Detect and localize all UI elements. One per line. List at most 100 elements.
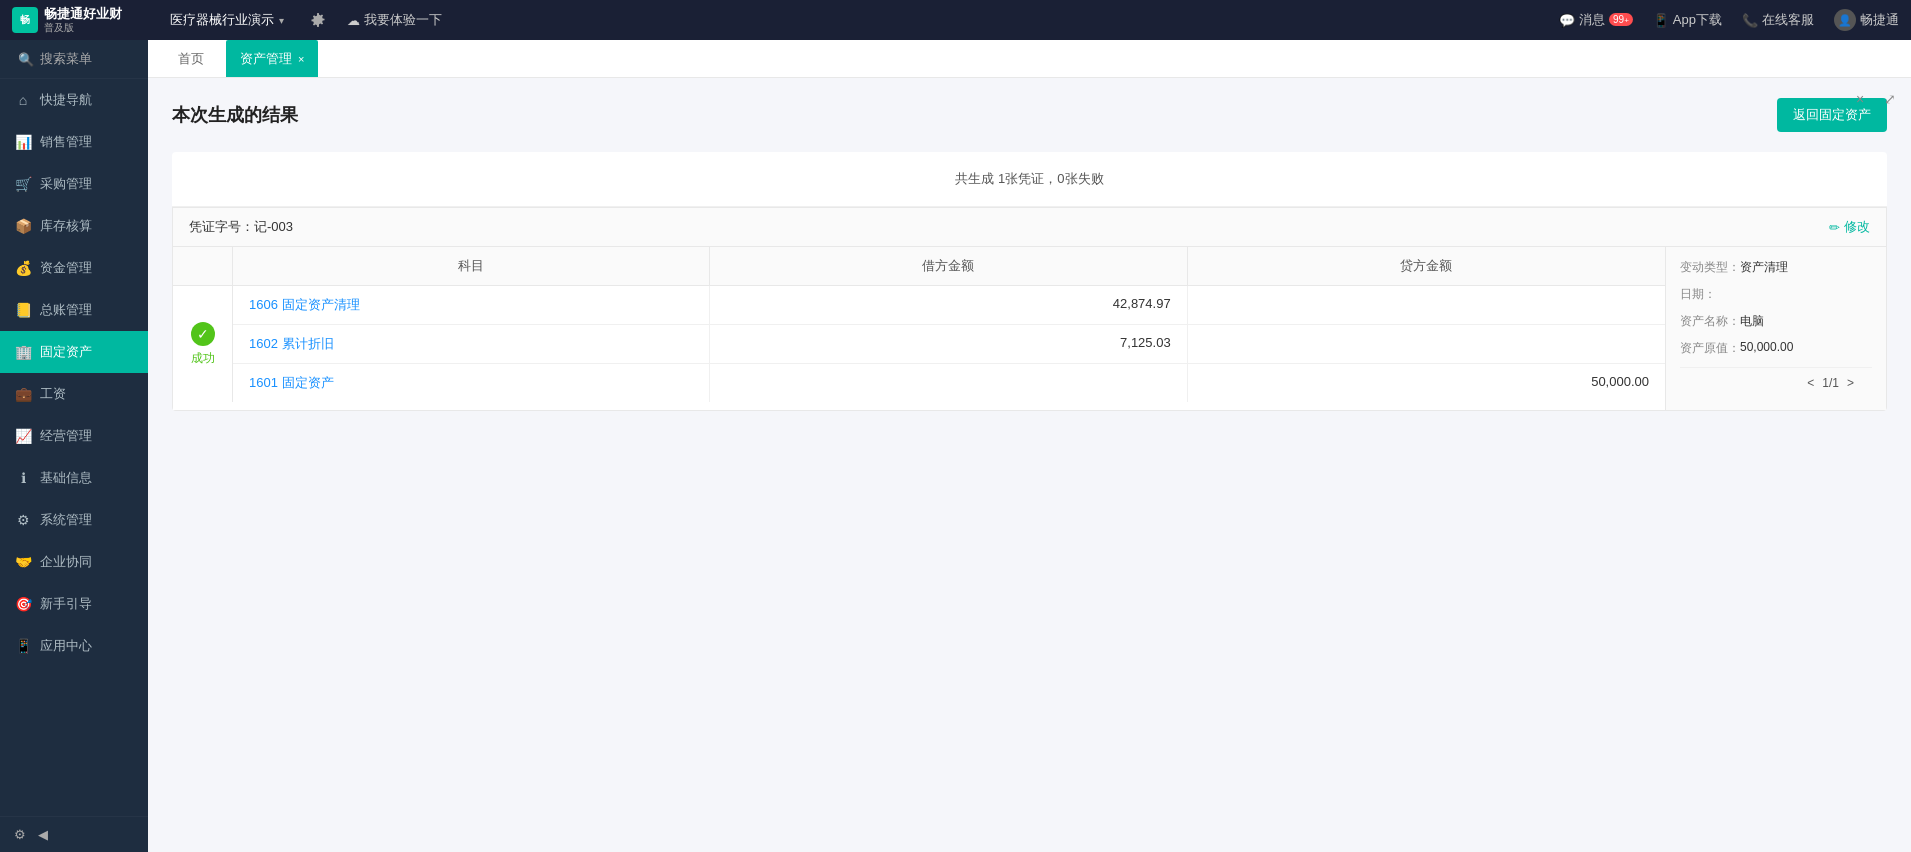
expand-panel-button[interactable]: ⤢ <box>1879 88 1901 110</box>
sidebar-item-guide[interactable]: 🎯 新手引导 <box>0 583 148 625</box>
credit-cell-3: 50,000.00 <box>1188 364 1665 402</box>
settings-bottom-icon: ⚙ <box>14 827 26 842</box>
sidebar-item-sales[interactable]: 📊 销售管理 <box>0 121 148 163</box>
edit-label: 修改 <box>1844 218 1870 236</box>
voucher-number: 凭证字号：记-003 <box>189 218 293 236</box>
money-icon: 💰 <box>14 260 32 276</box>
debit-cell-1: 42,874.97 <box>710 286 1187 324</box>
user-label: 畅捷通 <box>1860 11 1899 29</box>
tab-asset-mgmt[interactable]: 资产管理 × <box>226 40 318 77</box>
sidebar-item-finance[interactable]: 💰 资金管理 <box>0 247 148 289</box>
sidebar-item-system[interactable]: ⚙ 系统管理 <box>0 499 148 541</box>
debit-cell-2: 7,125.03 <box>710 325 1187 363</box>
sidebar-item-basic-info[interactable]: ℹ 基础信息 <box>0 457 148 499</box>
sidebar-item-ledger[interactable]: 📒 总账管理 <box>0 289 148 331</box>
chevron-down-icon: ▾ <box>279 15 284 26</box>
experience-button[interactable]: ☁ 我要体验一下 <box>347 11 442 29</box>
online-service-label: 在线客服 <box>1762 11 1814 29</box>
sidebar-item-app-center[interactable]: 📱 应用中心 <box>0 625 148 667</box>
subject-cell-3[interactable]: 1601 固定资产 <box>233 364 710 402</box>
company-selector[interactable]: 医疗器械行业演示 ▾ <box>170 11 284 29</box>
result-panel: 共生成 1张凭证，0张失败 凭证字号：记-003 ✏ 修改 <box>172 152 1887 411</box>
messages-button[interactable]: 💬 消息 99+ <box>1559 11 1633 29</box>
user-profile-button[interactable]: 👤 畅捷通 <box>1834 9 1899 31</box>
sidebar-item-label: 库存核算 <box>40 217 92 235</box>
apps-icon: 📱 <box>14 638 32 654</box>
credit-cell-1 <box>1188 286 1665 324</box>
logo-text: 畅捷通好业财 普及版 <box>44 6 122 34</box>
app-download-label: App下载 <box>1673 11 1722 29</box>
sidebar-item-label: 固定资产 <box>40 343 92 361</box>
tab-home-label: 首页 <box>178 50 204 68</box>
date-row: 日期： <box>1680 286 1872 303</box>
sidebar-item-label: 企业协同 <box>40 553 92 571</box>
col-debit: 借方金额 <box>710 247 1187 285</box>
cart-icon: 🛒 <box>14 176 32 192</box>
search-icon: 🔍 <box>18 52 34 67</box>
table-rows: 1606 固定资产清理 42,874.97 1602 累计折旧 7,125.03 <box>233 286 1665 402</box>
sidebar-item-operations[interactable]: 📈 经营管理 <box>0 415 148 457</box>
app-subtitle: 普及版 <box>44 22 122 34</box>
sidebar-item-payroll[interactable]: 💼 工资 <box>0 373 148 415</box>
original-value-row: 资产原值： 50,000.00 <box>1680 340 1872 357</box>
voucher-header: 凭证字号：记-003 ✏ 修改 <box>173 208 1886 247</box>
sidebar-item-purchase[interactable]: 🛒 采购管理 <box>0 163 148 205</box>
date-label: 日期： <box>1680 286 1740 303</box>
original-value-label: 资产原值： <box>1680 340 1740 357</box>
cloud-icon: ☁ <box>347 13 360 28</box>
sidebar-item-enterprise[interactable]: 🤝 企业协同 <box>0 541 148 583</box>
sidebar-item-label: 系统管理 <box>40 511 92 529</box>
subject-cell-1[interactable]: 1606 固定资产清理 <box>233 286 710 324</box>
gear-icon: ⚙ <box>14 512 32 528</box>
sidebar-item-label: 资金管理 <box>40 259 92 277</box>
home-icon: ⌂ <box>14 92 32 108</box>
sidebar-item-label: 工资 <box>40 385 66 403</box>
app-title: 畅捷通好业财 <box>44 6 122 22</box>
tab-home[interactable]: 首页 <box>164 40 218 77</box>
sidebar: 🔍 搜索菜单 ⌂ 快捷导航 📊 销售管理 🛒 采购管理 📦 库存核算 💰 资金管… <box>0 40 148 852</box>
sidebar-search-label: 搜索菜单 <box>40 50 92 68</box>
tab-close-icon[interactable]: × <box>298 53 304 65</box>
sidebar-item-label: 销售管理 <box>40 133 92 151</box>
table-row: 1602 累计折旧 7,125.03 <box>233 325 1665 364</box>
collapse-icon[interactable]: ◀ <box>38 827 48 842</box>
sidebar-bottom[interactable]: ⚙ ◀ <box>0 816 148 852</box>
credit-cell-2 <box>1188 325 1665 363</box>
change-type-label: 变动类型： <box>1680 259 1740 276</box>
box-icon: 📦 <box>14 218 32 234</box>
panel-controls: × ⤢ <box>1849 88 1901 110</box>
handshake-icon: 🤝 <box>14 554 32 570</box>
subject-cell-2[interactable]: 1602 累计折旧 <box>233 325 710 363</box>
sidebar-item-quick-nav[interactable]: ⌂ 快捷导航 <box>0 79 148 121</box>
next-page-button[interactable]: > <box>1847 376 1854 390</box>
edit-voucher-button[interactable]: ✏ 修改 <box>1829 218 1870 236</box>
header-settings-button[interactable] <box>304 6 332 34</box>
voucher-table: 科目 借方金额 贷方金额 ✓ 成功 <box>173 247 1666 410</box>
download-icon: 📱 <box>1653 13 1669 28</box>
change-type-row: 变动类型： 资产清理 <box>1680 259 1872 276</box>
table-row: 1601 固定资产 50,000.00 <box>233 364 1665 402</box>
building-icon: 🏢 <box>14 344 32 360</box>
logo-icon: 畅 <box>12 7 38 33</box>
sidebar-item-fixed-assets[interactable]: 🏢 固定资产 <box>0 331 148 373</box>
sidebar-item-label: 总账管理 <box>40 301 92 319</box>
trend-icon: 📈 <box>14 428 32 444</box>
app-download-button[interactable]: 📱 App下载 <box>1653 11 1722 29</box>
sidebar-search[interactable]: 🔍 搜索菜单 <box>0 40 148 79</box>
payroll-icon: 💼 <box>14 386 32 402</box>
sidebar-item-label: 经营管理 <box>40 427 92 445</box>
status-column: ✓ 成功 <box>173 286 233 402</box>
page-title-bar: 本次生成的结果 返回固定资产 <box>172 98 1887 132</box>
table-row: 1606 固定资产清理 42,874.97 <box>233 286 1665 325</box>
company-name: 医疗器械行业演示 <box>170 11 274 29</box>
close-panel-button[interactable]: × <box>1849 88 1871 110</box>
sidebar-item-label: 基础信息 <box>40 469 92 487</box>
asset-name-label: 资产名称： <box>1680 313 1740 330</box>
voucher-info-panel: 变动类型： 资产清理 日期： 资产名称： 电脑 <box>1666 247 1886 410</box>
prev-page-button[interactable]: < <box>1807 376 1814 390</box>
sidebar-item-inventory[interactable]: 📦 库存核算 <box>0 205 148 247</box>
original-value-value: 50,000.00 <box>1740 340 1793 354</box>
table-header: 科目 借方金额 贷方金额 <box>173 247 1665 286</box>
tab-asset-mgmt-label: 资产管理 <box>240 50 292 68</box>
online-service-button[interactable]: 📞 在线客服 <box>1742 11 1814 29</box>
